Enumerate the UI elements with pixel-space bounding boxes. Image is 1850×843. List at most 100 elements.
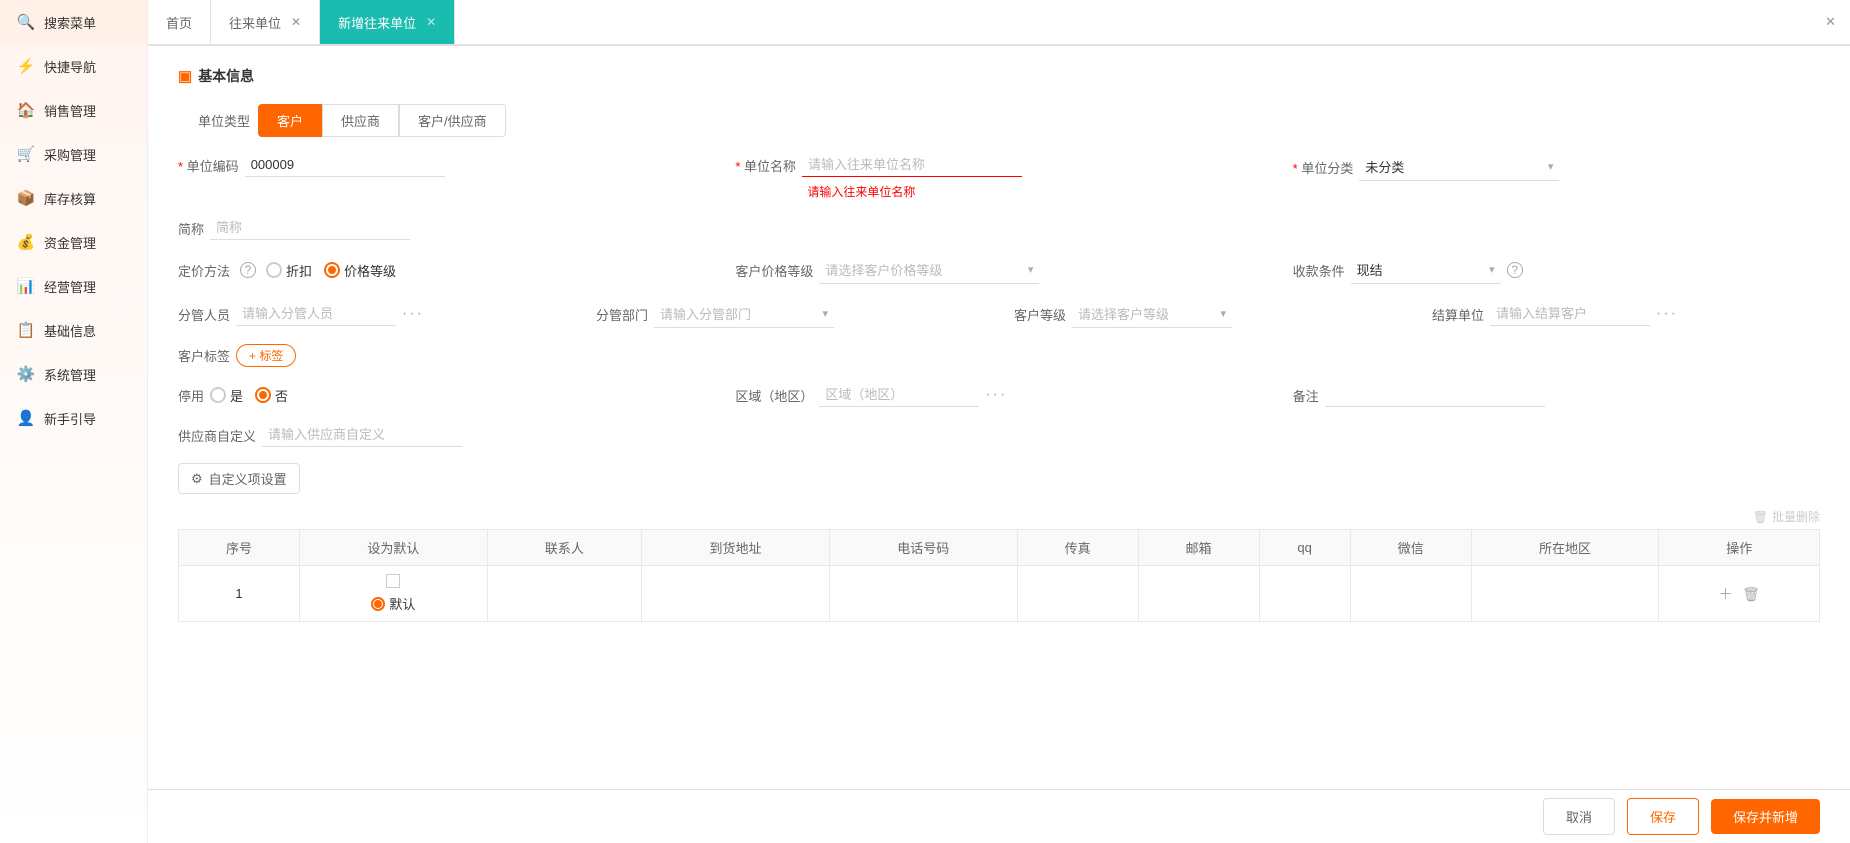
customer-price-level-select[interactable]: 请选择客户价格等级 ▾ bbox=[819, 256, 1039, 284]
sidebar-item-search-menu[interactable]: 🔍 搜索菜单 bbox=[0, 0, 147, 44]
radio-disable-no[interactable]: 否 bbox=[255, 386, 288, 405]
sidebar-item-new-guide[interactable]: 👤 新手引导 bbox=[0, 396, 147, 440]
unit-type-row: 单位类型 客户 供应商 客户/供应商 bbox=[178, 104, 1820, 137]
supplier-custom-input[interactable] bbox=[262, 423, 462, 447]
region-input[interactable] bbox=[819, 383, 979, 407]
pricing-help-icon[interactable]: ? bbox=[240, 262, 256, 278]
save-add-button[interactable]: 保存并新增 bbox=[1711, 799, 1820, 834]
sidebar-item-basic-info[interactable]: 📋 基础信息 bbox=[0, 308, 147, 352]
contacts-table: 序号 设为默认 联系人 到货地址 电话号码 传真 邮箱 qq 微信 所在地区 操… bbox=[178, 529, 1820, 622]
unit-category-select[interactable]: 未分类 ▾ bbox=[1359, 153, 1559, 181]
radio-discount[interactable]: 折扣 bbox=[266, 261, 312, 280]
col-email: 邮箱 bbox=[1138, 530, 1259, 566]
cell-email[interactable] bbox=[1138, 566, 1259, 622]
field-customer-price-level: 客户价格等级 请选择客户价格等级 ▾ bbox=[735, 256, 1262, 284]
cell-qq[interactable] bbox=[1259, 566, 1350, 622]
settlement-input[interactable] bbox=[1490, 302, 1650, 326]
batch-delete-label[interactable]: 批量删除 bbox=[1772, 508, 1820, 525]
cell-phone[interactable] bbox=[829, 566, 1017, 622]
region-dots-btn[interactable]: ··· bbox=[985, 386, 1007, 404]
global-close-btn[interactable]: ✕ bbox=[1811, 0, 1850, 44]
cell-region[interactable] bbox=[1471, 566, 1659, 622]
sidebar-item-label: 快捷导航 bbox=[44, 57, 96, 76]
bottom-bar: 取消 保存 保存并新增 bbox=[148, 789, 1850, 843]
manager-label: 分管人员 bbox=[178, 305, 230, 324]
box-icon: 📦 bbox=[16, 188, 36, 208]
section-icon: ▣ bbox=[178, 67, 192, 85]
section-title-basic-info: ▣ 基本信息 bbox=[178, 66, 1820, 86]
tab-home-label: 首页 bbox=[166, 13, 192, 32]
tab-home[interactable]: 首页 bbox=[148, 0, 211, 44]
manager-input[interactable] bbox=[236, 302, 396, 326]
unit-type-label: 单位类型 bbox=[178, 111, 250, 130]
custom-settings-btn[interactable]: ⚙ 自定义项设置 bbox=[178, 463, 300, 494]
sidebar-item-label: 系统管理 bbox=[44, 365, 96, 384]
default-radio[interactable] bbox=[371, 597, 385, 611]
cell-address[interactable] bbox=[642, 566, 830, 622]
sidebar-item-finance[interactable]: 💰 资金管理 bbox=[0, 220, 147, 264]
chevron-down-icon4: ▾ bbox=[822, 307, 828, 320]
gear-icon: ⚙️ bbox=[16, 364, 36, 384]
payment-help-icon[interactable]: ? bbox=[1507, 262, 1523, 278]
radio-disable-yes[interactable]: 是 bbox=[210, 386, 243, 405]
cell-contact[interactable] bbox=[487, 566, 641, 622]
unit-type-both-btn[interactable]: 客户/供应商 bbox=[399, 104, 506, 137]
home-icon: 🏠 bbox=[16, 100, 36, 120]
chevron-down-icon3: ▾ bbox=[1489, 263, 1495, 276]
unit-type-customer-btn[interactable]: 客户 bbox=[258, 104, 322, 137]
customer-level-select[interactable]: 请选择客户等级 ▾ bbox=[1072, 300, 1232, 328]
radio-yes-circle bbox=[210, 387, 226, 403]
radio-price-level-circle bbox=[324, 262, 340, 278]
dept-select[interactable]: 请输入分管部门 ▾ bbox=[654, 300, 834, 328]
tab-new-partner[interactable]: 新增往来单位 ✕ bbox=[320, 0, 455, 44]
sidebar-item-quick-nav[interactable]: ⚡ 快捷导航 bbox=[0, 44, 147, 88]
unit-name-error: 请输入往来单位名称 bbox=[807, 183, 915, 200]
table-row: 1 默认 bbox=[179, 566, 1820, 622]
cell-wechat[interactable] bbox=[1350, 566, 1471, 622]
remarks-input[interactable] bbox=[1325, 383, 1545, 407]
batch-delete-area: 🗑 批量删除 bbox=[178, 508, 1820, 525]
add-tag-btn[interactable]: + 标签 bbox=[236, 344, 296, 367]
save-button[interactable]: 保存 bbox=[1627, 798, 1699, 835]
manager-dots-btn[interactable]: ··· bbox=[402, 305, 424, 323]
sidebar-item-sys-mgmt[interactable]: ⚙️ 系统管理 bbox=[0, 352, 147, 396]
sidebar: 🔍 搜索菜单 ⚡ 快捷导航 🏠 销售管理 🛒 采购管理 📦 库存核算 💰 资金管… bbox=[0, 0, 148, 843]
settlement-dots-btn[interactable]: ··· bbox=[1656, 305, 1678, 323]
tab-partners-close[interactable]: ✕ bbox=[291, 15, 301, 29]
field-settlement: 结算单位 ··· bbox=[1432, 302, 1820, 326]
short-name-input[interactable] bbox=[210, 216, 410, 240]
pricing-radio-group: 折扣 价格等级 bbox=[266, 261, 396, 280]
radio-price-level[interactable]: 价格等级 bbox=[324, 261, 396, 280]
tab-partners-label: 往来单位 bbox=[229, 13, 281, 32]
sidebar-item-purchase[interactable]: 🛒 采购管理 bbox=[0, 132, 147, 176]
cart-icon: 🛒 bbox=[16, 144, 36, 164]
row-delete-icon[interactable]: 🗑 bbox=[1742, 586, 1760, 602]
tab-bar: 首页 往来单位 ✕ 新增往来单位 ✕ ✕ bbox=[148, 0, 1850, 46]
custom-settings-label: 自定义项设置 bbox=[209, 469, 287, 488]
unit-code-input[interactable] bbox=[245, 153, 445, 177]
cell-fax[interactable] bbox=[1017, 566, 1138, 622]
user-icon: 👤 bbox=[16, 408, 36, 428]
supplier-custom-label: 供应商自定义 bbox=[178, 426, 256, 445]
field-unit-category: 单位分类 未分类 ▾ bbox=[1293, 153, 1820, 181]
customer-price-label: 客户价格等级 bbox=[735, 261, 813, 280]
row-checkbox[interactable] bbox=[386, 574, 400, 588]
unit-name-input[interactable] bbox=[802, 153, 1022, 177]
row-add-icon[interactable]: ＋ bbox=[1719, 586, 1733, 602]
settings-gear-icon: ⚙ bbox=[191, 471, 203, 487]
cancel-button[interactable]: 取消 bbox=[1543, 798, 1615, 835]
payment-terms-select[interactable]: 现结 ▾ bbox=[1351, 256, 1501, 284]
sidebar-item-inventory[interactable]: 📦 库存核算 bbox=[0, 176, 147, 220]
sidebar-item-operations[interactable]: 📊 经营管理 bbox=[0, 264, 147, 308]
radio-no-circle bbox=[255, 387, 271, 403]
tab-partners[interactable]: 往来单位 ✕ bbox=[211, 0, 320, 44]
list-icon: 📋 bbox=[16, 320, 36, 340]
sidebar-item-sales[interactable]: 🏠 销售管理 bbox=[0, 88, 147, 132]
chevron-down-icon: ▾ bbox=[1548, 160, 1554, 173]
field-payment-terms: 收款条件 现结 ▾ ? bbox=[1293, 256, 1820, 284]
unit-type-supplier-btn[interactable]: 供应商 bbox=[322, 104, 399, 137]
search-icon: 🔍 bbox=[16, 12, 36, 32]
col-phone: 电话号码 bbox=[829, 530, 1017, 566]
field-customer-level: 客户等级 请选择客户等级 ▾ bbox=[1014, 300, 1402, 328]
tab-new-partner-close[interactable]: ✕ bbox=[426, 15, 436, 29]
